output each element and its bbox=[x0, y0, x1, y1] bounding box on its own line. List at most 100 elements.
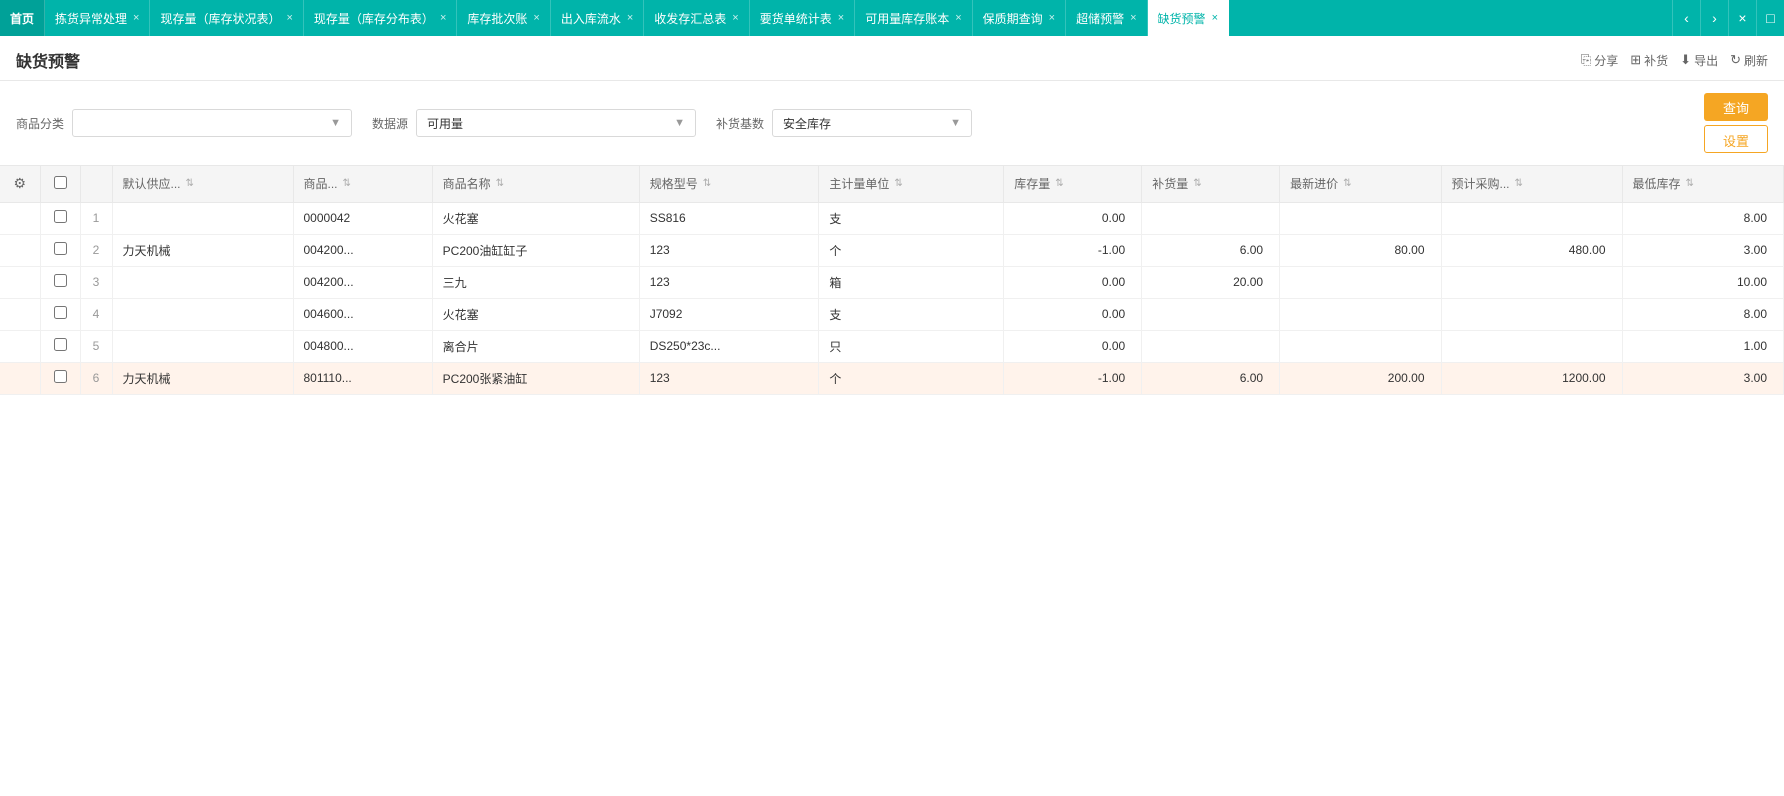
nav-tab-home[interactable]: 首页 bbox=[0, 0, 45, 36]
row-supplier bbox=[112, 330, 293, 362]
nav-arrow-right[interactable]: › bbox=[1700, 0, 1728, 36]
row-unit: 支 bbox=[819, 202, 1004, 234]
row-latest-price: 200.00 bbox=[1280, 362, 1441, 394]
row-gear[interactable] bbox=[0, 298, 40, 330]
row-est-purchase bbox=[1441, 298, 1622, 330]
nav-tab-batch-account[interactable]: 库存批次账 × bbox=[457, 0, 550, 36]
close-icon[interactable]: × bbox=[627, 12, 633, 24]
share-label: 分享 bbox=[1594, 52, 1618, 69]
row-est-purchase: 480.00 bbox=[1441, 234, 1622, 266]
nav-tab-recv-summary[interactable]: 收发存汇总表 × bbox=[644, 0, 749, 36]
settings-button[interactable]: 设置 bbox=[1704, 125, 1768, 153]
row-num: 4 bbox=[80, 298, 112, 330]
row-num: 3 bbox=[80, 266, 112, 298]
close-icon[interactable]: × bbox=[1212, 12, 1218, 24]
close-icon[interactable]: × bbox=[732, 12, 738, 24]
row-supplier bbox=[112, 298, 293, 330]
select-all-checkbox[interactable] bbox=[54, 176, 67, 189]
row-product-code: 0000042 bbox=[293, 202, 432, 234]
nav-tab-inout-flow[interactable]: 出入库流水 × bbox=[551, 0, 644, 36]
close-icon[interactable]: × bbox=[440, 12, 446, 24]
sort-icon: ⇅ bbox=[1193, 178, 1201, 189]
table-row: 2 力天机械 004200... PC200油缸缸子 123 个 -1.00 6… bbox=[0, 234, 1784, 266]
nav-close-window[interactable]: × bbox=[1728, 0, 1756, 36]
page-header: 缺货预警 ⎘ 分享 ⊞ 补货 ⬇ 导出 ↻ 刷新 bbox=[0, 36, 1784, 81]
row-stock-qty: 0.00 bbox=[1004, 266, 1142, 298]
replenish-button[interactable]: ⊞ 补货 bbox=[1630, 52, 1668, 69]
close-icon[interactable]: × bbox=[286, 12, 292, 24]
replenish-base-label: 补货基数 bbox=[716, 115, 764, 132]
row-product-code: 004800... bbox=[293, 330, 432, 362]
share-button[interactable]: ⎘ 分享 bbox=[1581, 52, 1618, 69]
nav-tab-overstock[interactable]: 超储预警 × bbox=[1066, 0, 1147, 36]
nav-tab-expiry[interactable]: 保质期查询 × bbox=[973, 0, 1066, 36]
datasource-select[interactable]: 可用量 ▼ bbox=[416, 109, 696, 137]
row-gear[interactable] bbox=[0, 362, 40, 394]
replenish-icon: ⊞ bbox=[1630, 52, 1641, 68]
row-stock-qty: 0.00 bbox=[1004, 330, 1142, 362]
row-checkbox[interactable] bbox=[54, 274, 67, 287]
table-row: 6 力天机械 801110... PC200张紧油缸 123 个 -1.00 6… bbox=[0, 362, 1784, 394]
table-row: 4 004600... 火花塞 J7092 支 0.00 8.00 bbox=[0, 298, 1784, 330]
row-gear[interactable] bbox=[0, 330, 40, 362]
category-select[interactable]: ▼ bbox=[72, 109, 352, 137]
column-product-code[interactable]: 商品... ⇅ bbox=[293, 166, 432, 202]
row-spec: 123 bbox=[639, 234, 819, 266]
filter-actions: 查询 设置 bbox=[1704, 93, 1768, 153]
nav-tab-inventory-dist[interactable]: 现存量（库存分布表） × bbox=[304, 0, 457, 36]
row-checkbox[interactable] bbox=[54, 210, 67, 223]
column-product-name[interactable]: 商品名称 ⇅ bbox=[432, 166, 639, 202]
close-icon[interactable]: × bbox=[955, 12, 961, 24]
column-latest-price[interactable]: 最新进价 ⇅ bbox=[1280, 166, 1441, 202]
table-wrapper: ⚙ 默认供应... ⇅ 商品... ⇅ bbox=[0, 166, 1784, 395]
exception-label: 拣货异常处理 bbox=[55, 10, 127, 27]
row-replenish-qty: 20.00 bbox=[1142, 266, 1280, 298]
nav-tab-exception[interactable]: 拣货异常处理 × bbox=[45, 0, 150, 36]
sort-icon: ⇅ bbox=[1686, 178, 1694, 189]
row-gear[interactable] bbox=[0, 202, 40, 234]
row-num: 6 bbox=[80, 362, 112, 394]
column-gear[interactable]: ⚙ bbox=[0, 166, 40, 202]
top-nav: 首页 拣货异常处理 × 现存量（库存状况表） × 现存量（库存分布表） × 库存… bbox=[0, 0, 1784, 36]
column-min-stock[interactable]: 最低库存 ⇅ bbox=[1622, 166, 1784, 202]
row-checkbox[interactable] bbox=[54, 242, 67, 255]
row-est-purchase bbox=[1441, 202, 1622, 234]
row-checkbox[interactable] bbox=[54, 306, 67, 319]
nav-arrow-left[interactable]: ‹ bbox=[1672, 0, 1700, 36]
sort-icon: ⇅ bbox=[343, 178, 351, 189]
export-button[interactable]: ⬇ 导出 bbox=[1680, 52, 1718, 69]
sort-icon: ⇅ bbox=[703, 178, 711, 189]
nav-tab-avail-ledger[interactable]: 可用量库存账本 × bbox=[855, 0, 972, 36]
close-icon[interactable]: × bbox=[838, 12, 844, 24]
nav-tab-shortage[interactable]: 缺货预警 × bbox=[1148, 0, 1229, 36]
row-checkbox-cell bbox=[40, 362, 80, 394]
close-icon[interactable]: × bbox=[1049, 12, 1055, 24]
share-icon: ⎘ bbox=[1581, 52, 1591, 68]
row-product-name: 火花塞 bbox=[432, 202, 639, 234]
row-product-code: 801110... bbox=[293, 362, 432, 394]
nav-tab-inventory-status[interactable]: 现存量（库存状况表） × bbox=[150, 0, 303, 36]
column-default-supplier[interactable]: 默认供应... ⇅ bbox=[112, 166, 293, 202]
row-product-name: PC200张紧油缸 bbox=[432, 362, 639, 394]
nav-fullscreen[interactable]: □ bbox=[1756, 0, 1784, 36]
close-icon[interactable]: × bbox=[1130, 12, 1136, 24]
refresh-button[interactable]: ↻ 刷新 bbox=[1730, 52, 1768, 69]
row-gear[interactable] bbox=[0, 266, 40, 298]
close-icon[interactable]: × bbox=[133, 12, 139, 24]
nav-tab-demand-stats[interactable]: 要货单统计表 × bbox=[750, 0, 855, 36]
column-unit[interactable]: 主计量单位 ⇅ bbox=[819, 166, 1004, 202]
row-unit: 个 bbox=[819, 234, 1004, 266]
query-button[interactable]: 查询 bbox=[1704, 93, 1768, 121]
row-est-purchase bbox=[1441, 330, 1622, 362]
row-checkbox[interactable] bbox=[54, 370, 67, 383]
filter-bar: 商品分类 ▼ 数据源 可用量 ▼ 补货基数 安全库存 ▼ 查询 设置 bbox=[0, 81, 1784, 166]
replenish-base-select[interactable]: 安全库存 ▼ bbox=[772, 109, 972, 137]
column-spec[interactable]: 规格型号 ⇅ bbox=[639, 166, 819, 202]
column-stock-qty[interactable]: 库存量 ⇅ bbox=[1004, 166, 1142, 202]
column-replenish-qty[interactable]: 补货量 ⇅ bbox=[1142, 166, 1280, 202]
row-checkbox[interactable] bbox=[54, 338, 67, 351]
close-icon[interactable]: × bbox=[533, 12, 539, 24]
row-gear[interactable] bbox=[0, 234, 40, 266]
row-replenish-qty bbox=[1142, 330, 1280, 362]
column-est-purchase[interactable]: 预计采购... ⇅ bbox=[1441, 166, 1622, 202]
